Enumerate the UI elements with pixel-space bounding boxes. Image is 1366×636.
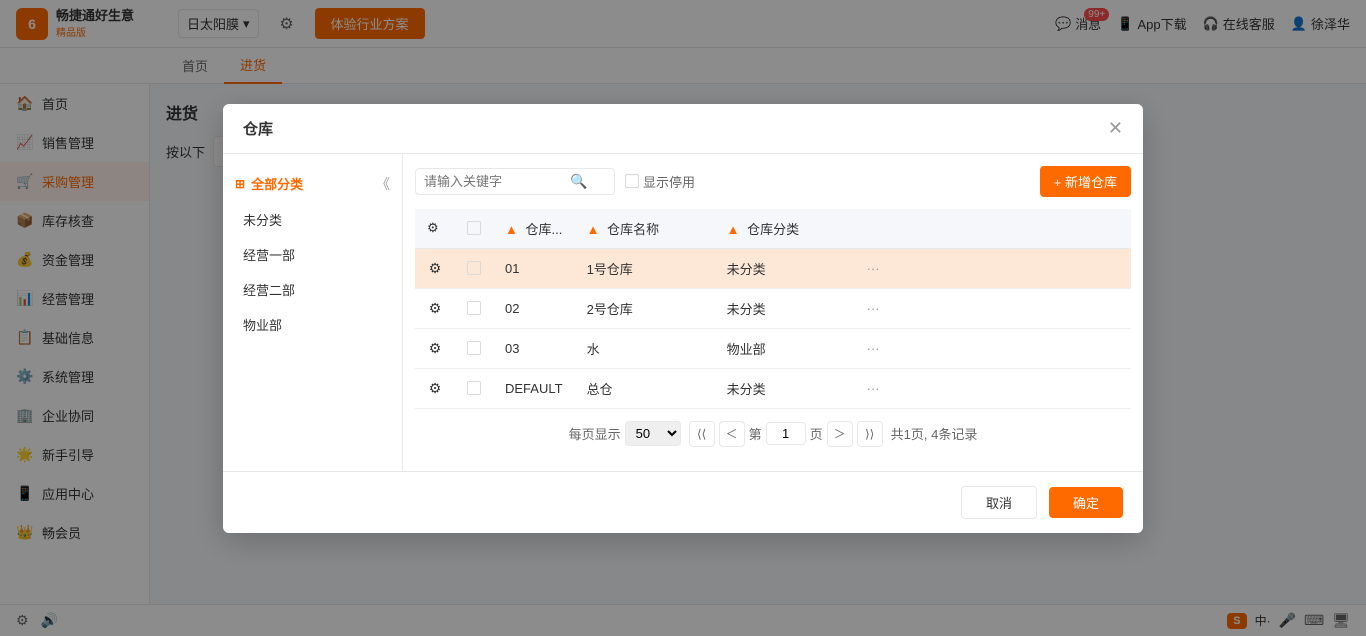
gear-col-icon: ⚙ xyxy=(427,220,439,235)
row-category: 未分类 xyxy=(715,248,855,288)
category-item-ops2[interactable]: 经营二部 xyxy=(223,272,402,307)
last-page-button[interactable]: ⟩⟩ xyxy=(857,421,883,447)
row-more-button[interactable]: ··· xyxy=(867,261,880,276)
row-category: 未分类 xyxy=(715,368,855,408)
table-body: ⚙ 01 1号仓库 未分类 ··· ⚙ 02 2 xyxy=(415,248,1131,408)
row-gear: ⚙ xyxy=(415,368,455,408)
table-panel: 🔍 显示停用 + 新增仓库 ⚙ xyxy=(403,154,1143,471)
row-name: 水 xyxy=(575,328,715,368)
table-header-row: ⚙ ▲ 仓库... ▲ xyxy=(415,209,1131,249)
grid-icon: ⊞ xyxy=(235,177,245,191)
select-all-checkbox[interactable] xyxy=(467,221,481,235)
table-row[interactable]: ⚙ DEFAULT 总仓 未分类 ··· xyxy=(415,368,1131,408)
page-navigation: ⟨⟨ ＜ 第 页 ＞ ⟩⟩ xyxy=(689,421,883,447)
all-categories-button[interactable]: ⊞ 全部分类 xyxy=(235,174,303,193)
prev-page-button[interactable]: ＜ xyxy=(719,421,745,447)
row-checkbox[interactable] xyxy=(467,341,481,355)
sort-icon: ▲ xyxy=(505,222,518,237)
per-page-selector: 每页显示 50 100 200 xyxy=(569,421,681,446)
row-name: 1号仓库 xyxy=(575,248,715,288)
category-item-unclassified[interactable]: 未分类 xyxy=(223,202,402,237)
table-row[interactable]: ⚙ 03 水 物业部 ··· xyxy=(415,328,1131,368)
row-code: 03 xyxy=(493,328,575,368)
modal-header: 仓库 ✕ xyxy=(223,104,1143,154)
row-category: 物业部 xyxy=(715,328,855,368)
new-warehouse-button[interactable]: + 新增仓库 xyxy=(1040,166,1131,197)
row-code: 02 xyxy=(493,288,575,328)
modal-title: 仓库 xyxy=(243,118,273,139)
modal-body: ⊞ 全部分类 《 未分类 经营一部 经营二部 物业部 xyxy=(223,154,1143,471)
collapse-button[interactable]: 《 xyxy=(376,174,390,194)
row-gear: ⚙ xyxy=(415,248,455,288)
show-disabled-checkbox[interactable] xyxy=(625,174,639,188)
warehouse-modal: 仓库 ✕ ⊞ 全部分类 《 未分类 经营一部 xyxy=(223,104,1143,533)
row-category: 未分类 xyxy=(715,288,855,328)
search-input[interactable] xyxy=(424,174,564,189)
modal-overlay: 仓库 ✕ ⊞ 全部分类 《 未分类 经营一部 xyxy=(0,0,1366,636)
category-item-ops1[interactable]: 经营一部 xyxy=(223,237,402,272)
row-gear: ⚙ xyxy=(415,288,455,328)
category-panel: ⊞ 全部分类 《 未分类 经营一部 经营二部 物业部 xyxy=(223,154,403,471)
table-toolbar: 🔍 显示停用 + 新增仓库 xyxy=(415,166,1131,197)
row-code: DEFAULT xyxy=(493,368,575,408)
search-box: 🔍 xyxy=(415,168,615,195)
modal-footer: 取消 确定 xyxy=(223,471,1143,533)
sort-icon2: ▲ xyxy=(587,222,600,237)
row-checkbox[interactable] xyxy=(467,301,481,315)
col-checkbox xyxy=(455,209,493,249)
row-checkbox[interactable] xyxy=(467,381,481,395)
row-name: 2号仓库 xyxy=(575,288,715,328)
search-icon[interactable]: 🔍 xyxy=(570,173,587,190)
col-name[interactable]: ▲ 仓库名称 xyxy=(575,209,715,249)
col-code[interactable]: ▲ 仓库... xyxy=(493,209,575,249)
modal-close-button[interactable]: ✕ xyxy=(1108,119,1123,137)
page-number-input[interactable] xyxy=(766,422,806,445)
category-item-property[interactable]: 物业部 xyxy=(223,307,402,342)
pagination: 每页显示 50 100 200 ⟨⟨ ＜ 第 页 ＞ xyxy=(415,409,1131,459)
row-more-button[interactable]: ··· xyxy=(867,301,880,316)
per-page-select[interactable]: 50 100 200 xyxy=(625,421,681,446)
cancel-button[interactable]: 取消 xyxy=(961,486,1037,519)
table-container: ⚙ ▲ 仓库... ▲ xyxy=(415,209,1131,409)
table-row[interactable]: ⚙ 02 2号仓库 未分类 ··· xyxy=(415,288,1131,328)
col-gear: ⚙ xyxy=(415,209,455,249)
total-info: 共1页, 4条记录 xyxy=(891,424,978,443)
table-head: ⚙ ▲ 仓库... ▲ xyxy=(415,209,1131,249)
row-more-button[interactable]: ··· xyxy=(867,341,880,356)
row-code: 01 xyxy=(493,248,575,288)
confirm-button[interactable]: 确定 xyxy=(1049,487,1123,518)
table-row[interactable]: ⚙ 01 1号仓库 未分类 ··· xyxy=(415,248,1131,288)
row-name: 总仓 xyxy=(575,368,715,408)
warehouse-table: ⚙ ▲ 仓库... ▲ xyxy=(415,209,1131,409)
next-page-button[interactable]: ＞ xyxy=(827,421,853,447)
col-actions xyxy=(855,209,1131,249)
row-checkbox[interactable] xyxy=(467,261,481,275)
first-page-button[interactable]: ⟨⟨ xyxy=(689,421,715,447)
row-gear: ⚙ xyxy=(415,328,455,368)
col-category[interactable]: ▲ 仓库分类 xyxy=(715,209,855,249)
show-disabled-toggle[interactable]: 显示停用 xyxy=(625,172,695,191)
category-header: ⊞ 全部分类 《 xyxy=(223,166,402,202)
row-more-button[interactable]: ··· xyxy=(867,381,880,396)
sort-icon3: ▲ xyxy=(727,222,740,237)
